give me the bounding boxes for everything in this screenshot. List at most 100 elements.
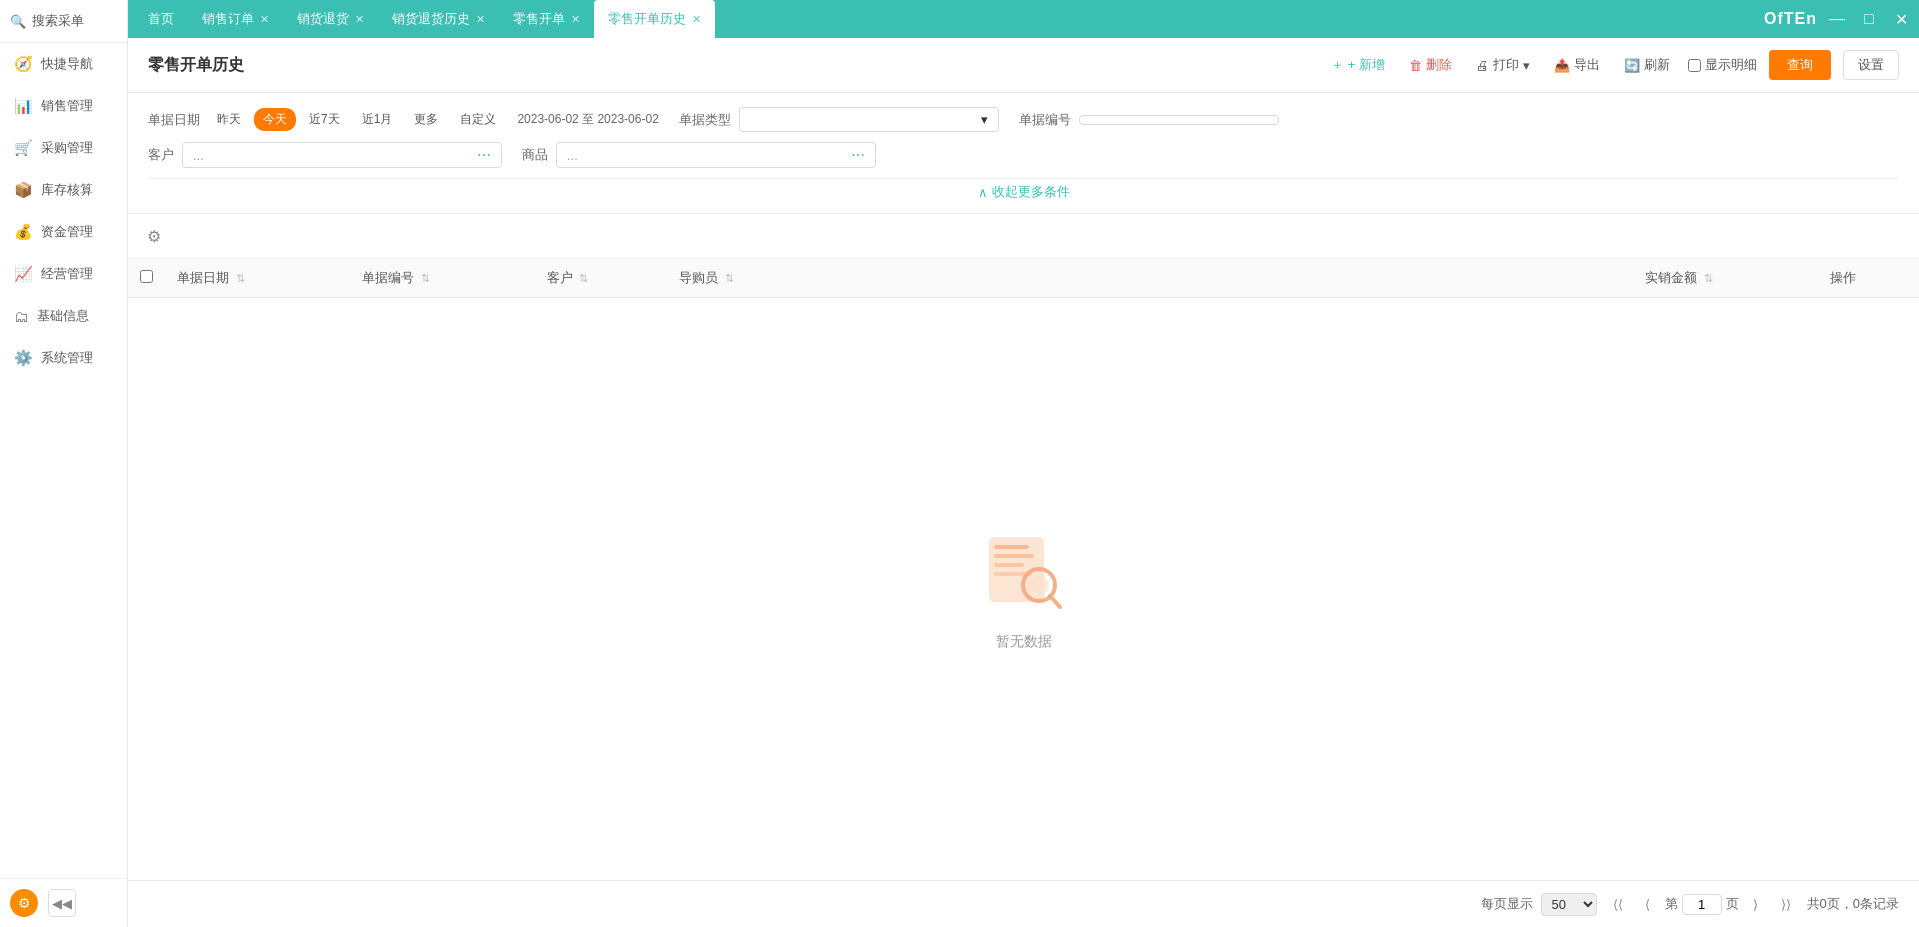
window-maximize-btn[interactable]: □ <box>1857 7 1881 31</box>
next-page-btn[interactable]: ⟩ <box>1743 891 1769 917</box>
top-nav: 首页销售订单✕销货退货✕销货退货历史✕零售开单✕零售开单历史✕ OfTEn — … <box>128 0 1919 38</box>
delete-button[interactable]: 🗑 删除 <box>1403 52 1458 78</box>
column-settings-btn[interactable]: ⚙ <box>140 222 168 250</box>
sidebar-item-operations[interactable]: 📈经营管理 <box>0 253 127 295</box>
sidebar-item-basic[interactable]: 🗂基础信息 <box>0 295 127 337</box>
tab-label-sales-order: 销售订单 <box>202 10 254 28</box>
tab-sales-return-history[interactable]: 销货退货历史 ✕ <box>378 0 499 38</box>
doc-type-select[interactable]: ▾ <box>739 107 999 132</box>
last-page-btn[interactable]: ⟩⟩ <box>1773 891 1799 917</box>
tab-home[interactable]: 首页 <box>134 0 188 38</box>
tab-close-retail-open[interactable]: ✕ <box>571 13 580 26</box>
select-all-header <box>128 259 165 298</box>
doc-type-filter-group: 单据类型 ▾ <box>679 107 999 132</box>
tab-close-retail-open-history[interactable]: ✕ <box>692 13 701 26</box>
sidebar-item-system[interactable]: ⚙️系统管理 <box>0 337 127 379</box>
top-nav-actions: OfTEn — □ ✕ <box>1764 7 1913 31</box>
empty-state: 暂无数据 <box>128 298 1919 880</box>
sort-guide-icon[interactable]: ⇅ <box>725 272 734 284</box>
query-button[interactable]: 查询 <box>1769 50 1831 80</box>
sidebar-item-sales[interactable]: 📊销售管理 <box>0 85 127 127</box>
sort-no-icon[interactable]: ⇅ <box>421 272 430 284</box>
date-btn-last30[interactable]: 近1月 <box>353 108 402 131</box>
window-close-btn[interactable]: ✕ <box>1889 7 1913 31</box>
filter-area: 单据日期 昨天 今天 近7天 近1月 更多 自定义 2023-06-02 至 2… <box>128 93 1919 214</box>
date-btn-more[interactable]: 更多 <box>405 108 447 131</box>
page-prefix-label: 第 <box>1665 895 1678 913</box>
table-header: 单据日期 ⇅ 单据编号 ⇅ 客户 ⇅ 导购员 ⇅ <box>128 259 1919 298</box>
window-minimize-btn[interactable]: — <box>1825 7 1849 31</box>
pagination-nav: ⟨⟨ ⟨ 第 页 ⟩ ⟩⟩ <box>1605 891 1799 917</box>
customer-input[interactable]: ... ⋯ <box>182 142 502 168</box>
date-btn-today[interactable]: 今天 <box>254 108 296 131</box>
customer-browse-btn[interactable]: ⋯ <box>477 147 491 163</box>
sidebar-item-purchase[interactable]: 🛒采购管理 <box>0 127 127 169</box>
svg-rect-1 <box>994 545 1029 549</box>
date-btn-custom[interactable]: 自定义 <box>451 108 505 131</box>
add-button[interactable]: ＋ + 新增 <box>1325 52 1391 78</box>
tab-retail-open-history[interactable]: 零售开单历史 ✕ <box>594 0 715 38</box>
goods-input[interactable]: ... ⋯ <box>556 142 876 168</box>
tab-close-sales-return-history[interactable]: ✕ <box>476 13 485 26</box>
sidebar-item-finance[interactable]: 💰资金管理 <box>0 211 127 253</box>
tab-label-sales-return-history: 销货退货历史 <box>392 10 470 28</box>
svg-line-7 <box>1050 596 1060 607</box>
delete-icon: 🗑 <box>1409 58 1422 73</box>
export-icon: 📤 <box>1554 58 1570 73</box>
tab-sales-order[interactable]: 销售订单 ✕ <box>188 0 283 38</box>
collapse-filter-btn[interactable]: ∧ 收起更多条件 <box>148 178 1899 205</box>
page-number-input[interactable] <box>1682 894 1722 915</box>
display-detail-toggle[interactable]: 显示明细 <box>1688 56 1757 74</box>
refresh-icon: 🔄 <box>1624 58 1640 73</box>
print-button[interactable]: 🖨 打印 ▾ <box>1470 52 1536 78</box>
prev-page-btn[interactable]: ⟨ <box>1635 891 1661 917</box>
table-container: ⚙ 单据日期 ⇅ 单据编号 ⇅ <box>128 214 1919 880</box>
collapse-sidebar-btn[interactable]: ◀◀ <box>48 889 76 917</box>
settings-icon[interactable]: ⚙ <box>10 889 38 917</box>
date-btn-yesterday[interactable]: 昨天 <box>208 108 250 131</box>
per-page-select[interactable]: 50 10 20 100 <box>1541 893 1597 916</box>
sidebar-label-operations: 经营管理 <box>41 265 93 283</box>
content-area: 零售开单历史 ＋ + 新增 🗑 删除 🖨 打印 ▾ 📤 导出 <box>128 38 1919 927</box>
sidebar-item-quick-nav[interactable]: 🧭快捷导航 <box>0 43 127 85</box>
sidebar-label-basic: 基础信息 <box>37 307 89 325</box>
customer-label: 客户 <box>148 146 174 164</box>
date-filter-group: 单据日期 昨天 今天 近7天 近1月 更多 自定义 2023-06-02 至 2… <box>148 108 659 131</box>
sort-customer-icon[interactable]: ⇅ <box>579 272 588 284</box>
display-detail-checkbox[interactable] <box>1688 59 1701 72</box>
doc-no-input[interactable] <box>1079 115 1279 125</box>
empty-text: 暂无数据 <box>996 633 1052 651</box>
col-amount: 实销金额 ⇅ <box>1633 259 1818 298</box>
refresh-button[interactable]: 🔄 刷新 <box>1618 52 1676 78</box>
sidebar-label-system: 系统管理 <box>41 349 93 367</box>
filter-row-2: 客户 ... ⋯ 商品 ... ⋯ <box>148 142 1899 168</box>
pagination: 每页显示 50 10 20 100 ⟨⟨ ⟨ 第 页 ⟩ ⟩⟩ 共0页，0条记录 <box>128 880 1919 927</box>
doc-no-label: 单据编号 <box>1019 111 1071 129</box>
sidebar-icon-inventory: 📦 <box>14 181 33 199</box>
tab-sales-return[interactable]: 销货退货✕ <box>283 0 378 38</box>
col-customer: 客户 ⇅ <box>535 259 667 298</box>
tab-close-sales-return[interactable]: ✕ <box>355 13 364 26</box>
toolbar: ＋ + 新增 🗑 删除 🖨 打印 ▾ 📤 导出 🔄 <box>1325 50 1899 80</box>
empty-icon <box>974 527 1074 617</box>
sort-amount-icon[interactable]: ⇅ <box>1704 272 1713 284</box>
date-label: 单据日期 <box>148 111 200 129</box>
sidebar-icon-finance: 💰 <box>14 223 33 241</box>
sort-date-icon[interactable]: ⇅ <box>236 272 245 284</box>
sidebar-search[interactable]: 🔍 搜索采单 <box>0 0 127 43</box>
date-btn-last7[interactable]: 近7天 <box>300 108 349 131</box>
tab-retail-open[interactable]: 零售开单✕ <box>499 0 594 38</box>
col-guide: 导购员 ⇅ <box>667 259 826 298</box>
svg-rect-2 <box>994 554 1034 558</box>
goods-browse-btn[interactable]: ⋯ <box>851 147 865 163</box>
tab-label-retail-open-history: 零售开单历史 <box>608 10 686 28</box>
col-extra <box>826 259 1633 298</box>
filter-settings-button[interactable]: 设置 <box>1843 50 1899 80</box>
sidebar-footer: ⚙ ◀◀ <box>0 878 127 927</box>
sidebar-item-inventory[interactable]: 📦库存核算 <box>0 169 127 211</box>
first-page-btn[interactable]: ⟨⟨ <box>1605 891 1631 917</box>
sidebar-label-purchase: 采购管理 <box>41 139 93 157</box>
export-button[interactable]: 📤 导出 <box>1548 52 1606 78</box>
select-all-checkbox[interactable] <box>140 270 153 283</box>
tab-close-sales-order[interactable]: ✕ <box>260 13 269 26</box>
